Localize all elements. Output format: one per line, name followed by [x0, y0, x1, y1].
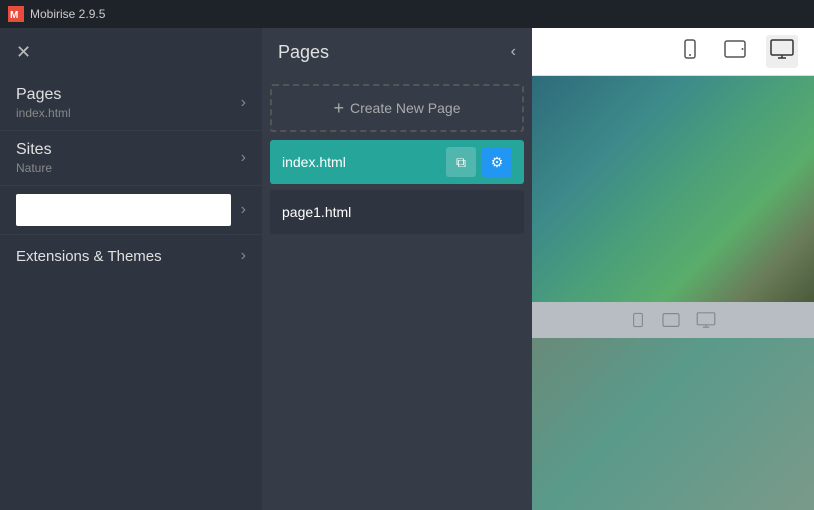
create-new-page-button[interactable]: + Create New Page [270, 84, 524, 132]
desktop-device-button[interactable] [766, 35, 798, 68]
preview-desktop-icon [696, 312, 716, 328]
preview-inner-content [532, 338, 814, 510]
sidebar-pages-text: Pages index.html [16, 86, 241, 120]
sidebar-header: ✕ [0, 28, 262, 76]
page-item-index[interactable]: index.html ⧉ ⚙ [270, 140, 524, 184]
sidebar-sites-subtitle: Nature [16, 161, 241, 175]
sidebar-sites-text: Sites Nature [16, 141, 241, 175]
page-item-page1[interactable]: page1.html [270, 190, 524, 234]
page-settings-button[interactable]: ⚙ [482, 147, 512, 177]
pages-content: + Create New Page index.html ⧉ ⚙ page1.h… [262, 76, 532, 510]
sidebar-item-pages[interactable]: Pages index.html › [0, 76, 262, 131]
pages-panel-header: Pages ‹ [262, 28, 532, 76]
sidebar-close-button[interactable]: ✕ [16, 42, 31, 63]
sidebar-sites-title: Sites [16, 141, 241, 159]
page-index-name: index.html [282, 154, 446, 170]
app-title: Mobirise 2.9.5 [30, 7, 105, 21]
plus-icon: + [333, 98, 344, 119]
titlebar: M Mobirise 2.9.5 [0, 0, 814, 28]
sidebar: ✕ Pages index.html › Sites Nature › › Ex… [0, 28, 262, 510]
preview-mobile-icon [630, 312, 646, 328]
preview-area [532, 28, 814, 510]
pages-panel-title: Pages [278, 42, 511, 63]
page-index-actions: ⧉ ⚙ [446, 147, 512, 177]
svg-text:M: M [10, 10, 18, 21]
preview-top-section [532, 76, 814, 302]
sidebar-pages-chevron-icon: › [241, 94, 246, 112]
page1-name: page1.html [282, 204, 512, 220]
preview-toolbar [532, 28, 814, 76]
mobile-icon [680, 39, 700, 59]
pages-panel-close-button[interactable]: ‹ [511, 43, 516, 61]
sidebar-item-extensions[interactable]: Extensions & Themes › [0, 235, 262, 277]
main-layout: ✕ Pages index.html › Sites Nature › › Ex… [0, 28, 814, 510]
extensions-title: Extensions & Themes [16, 248, 241, 265]
page-copy-button[interactable]: ⧉ [446, 147, 476, 177]
preview-inner-toolbar [532, 302, 814, 338]
tablet-icon [724, 39, 746, 59]
sidebar-sites-chevron-icon: › [241, 149, 246, 167]
pages-panel: Pages ‹ + Create New Page index.html ⧉ ⚙… [262, 28, 532, 510]
sidebar-pages-title: Pages [16, 86, 241, 104]
desktop-icon [770, 39, 794, 59]
create-new-page-label: Create New Page [350, 100, 461, 116]
sidebar-item-sites[interactable]: Sites Nature › [0, 131, 262, 186]
preview-tablet-icon [662, 312, 680, 328]
app-icon: M [8, 6, 24, 22]
search-input[interactable] [16, 194, 231, 226]
sidebar-pages-subtitle: index.html [16, 106, 241, 120]
tablet-device-button[interactable] [720, 35, 750, 68]
preview-content [532, 76, 814, 510]
preview-bottom-section [532, 302, 814, 510]
mobile-device-button[interactable] [676, 35, 704, 68]
sidebar-search-container: › [0, 186, 262, 235]
search-chevron-button[interactable]: › [241, 201, 246, 219]
extensions-chevron-icon: › [241, 247, 246, 265]
